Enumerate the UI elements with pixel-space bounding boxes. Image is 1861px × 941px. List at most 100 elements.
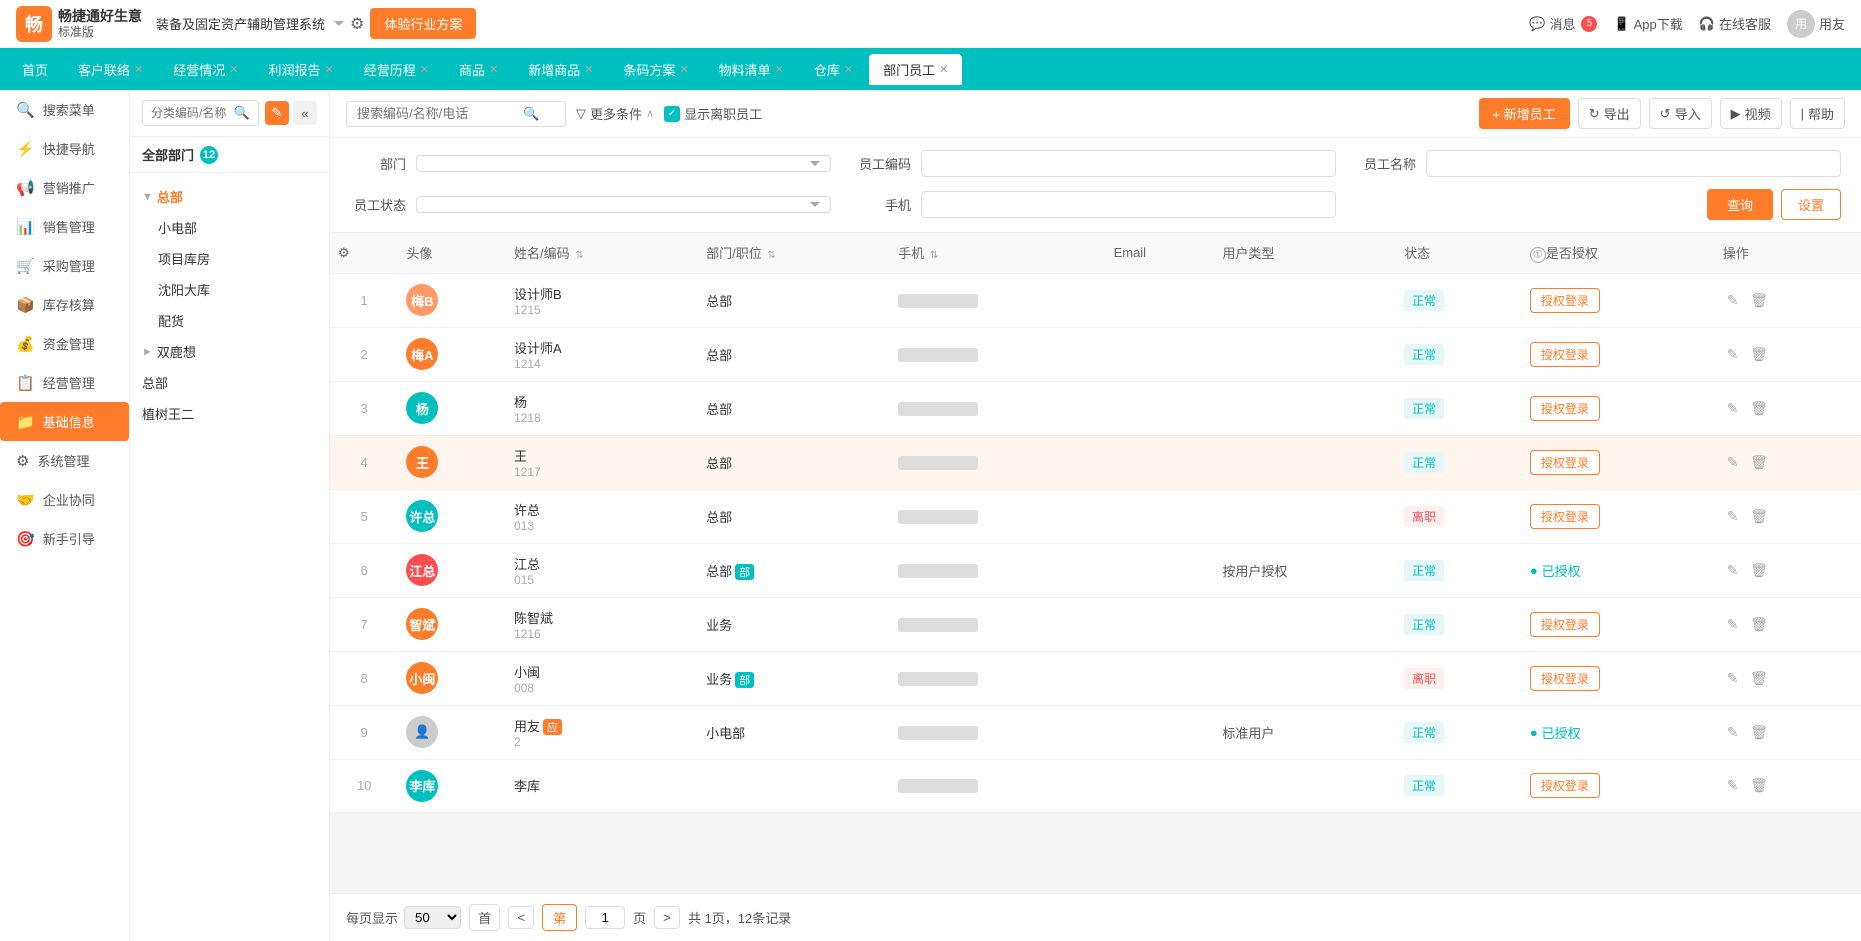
add-employee-btn[interactable]: + 新增员工	[1479, 98, 1570, 129]
tab-customer[interactable]: 客户联络 ✕	[64, 54, 157, 85]
edit-btn[interactable]: ✎	[1723, 722, 1743, 743]
query-btn[interactable]: 查询	[1707, 189, 1773, 220]
dept-node-shenyang[interactable]: 沈阳大库	[130, 274, 329, 305]
tab-barcode[interactable]: 条码方案 ✕	[609, 54, 702, 85]
page-input[interactable]	[585, 906, 625, 929]
app-download-action[interactable]: 📱 App下载	[1613, 14, 1682, 33]
tab-close-operations[interactable]: ✕	[229, 63, 238, 76]
tab-close-goods[interactable]: ✕	[489, 63, 498, 76]
delete-btn[interactable]: 🗑	[1746, 775, 1772, 796]
status-select[interactable]	[416, 196, 831, 213]
dept-search-input[interactable]	[151, 106, 230, 120]
dept-all-item[interactable]: 全部部门 12	[130, 137, 329, 173]
empname-input[interactable]	[1426, 150, 1841, 177]
search-input[interactable]	[357, 106, 517, 121]
auth-btn[interactable]: 授权登录	[1530, 773, 1600, 798]
page-next-btn[interactable]: >	[654, 906, 680, 929]
export-btn[interactable]: ↻ 导出	[1578, 98, 1641, 129]
tab-operations[interactable]: 经营情况 ✕	[159, 54, 252, 85]
edit-btn[interactable]: ✎	[1723, 290, 1743, 311]
view-btn[interactable]: ▶ 视频	[1720, 98, 1782, 129]
dept-node-peihuo[interactable]: 配货	[130, 305, 329, 336]
tab-close-customer[interactable]: ✕	[134, 63, 143, 76]
sidebar-item-basics[interactable]: 📁 基础信息	[0, 402, 129, 441]
empcode-input[interactable]	[921, 150, 1336, 177]
sidebar-item-search[interactable]: 🔍 搜索菜单	[0, 90, 129, 129]
service-action[interactable]: 🎧 在线客服	[1699, 14, 1771, 33]
set-btn[interactable]: 设置	[1781, 189, 1841, 220]
sidebar-item-guide[interactable]: 🎯 新手引导	[0, 519, 129, 558]
tab-close-barcode[interactable]: ✕	[679, 63, 688, 76]
edit-btn[interactable]: ✎	[1723, 506, 1743, 527]
edit-btn[interactable]: ✎	[1723, 775, 1743, 796]
th-dept[interactable]: 部门/职位 ⇅	[698, 233, 890, 273]
tab-close-history[interactable]: ✕	[420, 63, 429, 76]
authorized-info-icon[interactable]: ①	[1530, 247, 1546, 263]
tab-close-warehouse[interactable]: ✕	[844, 63, 853, 76]
dept-edit-btn[interactable]: ✎	[265, 101, 289, 125]
tab-close-addgoods[interactable]: ✕	[584, 63, 593, 76]
auth-btn[interactable]: 授权登录	[1530, 666, 1600, 691]
edit-btn[interactable]: ✎	[1723, 398, 1743, 419]
edit-btn[interactable]: ✎	[1723, 614, 1743, 635]
auth-btn[interactable]: 授权登录	[1530, 396, 1600, 421]
sidebar-item-marketing[interactable]: 📢 营销推广	[0, 168, 129, 207]
tab-warehouse[interactable]: 仓库 ✕	[800, 54, 867, 85]
tab-bom[interactable]: 物料清单 ✕	[705, 54, 798, 85]
sidebar-item-purchase[interactable]: 🛒 采购管理	[0, 246, 129, 285]
dept-node-xiangmu[interactable]: 项目库房	[130, 243, 329, 274]
dept-search-wrap[interactable]: 🔍	[142, 100, 259, 126]
th-phone[interactable]: 手机 ⇅	[890, 233, 1105, 273]
dept-node-zongbu2[interactable]: 总部	[130, 367, 329, 398]
page-first-btn[interactable]: 首	[469, 904, 500, 931]
trial-btn[interactable]: 体验行业方案	[370, 8, 476, 39]
tab-close-profit[interactable]: ✕	[325, 63, 334, 76]
tab-history[interactable]: 经营历程 ✕	[350, 54, 443, 85]
help-btn[interactable]: | 帮助	[1790, 98, 1845, 129]
settings-icon[interactable]: ⚙	[350, 14, 364, 34]
sidebar-item-finance[interactable]: 💰 资金管理	[0, 324, 129, 363]
th-name[interactable]: 姓名/编码 ⇅	[506, 233, 698, 273]
delete-btn[interactable]: 🗑	[1746, 344, 1772, 365]
show-former-toggle[interactable]: ✓ 显示离职员工	[664, 104, 762, 123]
delete-btn[interactable]: 🗑	[1746, 722, 1772, 743]
auth-btn[interactable]: 授权登录	[1530, 288, 1600, 313]
edit-btn[interactable]: ✎	[1723, 668, 1743, 689]
sidebar-item-inventory[interactable]: 📦 库存核算	[0, 285, 129, 324]
sidebar-item-shortcuts[interactable]: ⚡ 快捷导航	[0, 129, 129, 168]
user-action[interactable]: 用 用友	[1787, 10, 1845, 38]
dept-node-zhishu[interactable]: 植树王二	[130, 398, 329, 429]
tab-goods[interactable]: 商品 ✕	[445, 54, 512, 85]
dept-select[interactable]	[416, 155, 831, 172]
import-btn[interactable]: ↺ 导入	[1649, 98, 1712, 129]
filter-btn[interactable]: ▽ 更多条件 ∧	[576, 104, 654, 123]
delete-btn[interactable]: 🗑	[1746, 398, 1772, 419]
sort-name[interactable]: ⇅	[575, 250, 583, 261]
auth-btn[interactable]: 授权登录	[1530, 450, 1600, 475]
edit-btn[interactable]: ✎	[1723, 344, 1743, 365]
per-page-select[interactable]: 50 100	[404, 906, 461, 929]
search-input-wrap[interactable]: 🔍	[346, 101, 566, 127]
edit-btn[interactable]: ✎	[1723, 560, 1743, 581]
delete-btn[interactable]: 🗑	[1746, 614, 1772, 635]
tab-addgoods[interactable]: 新增商品 ✕	[514, 54, 607, 85]
phone-input[interactable]	[921, 191, 1336, 218]
th-setting[interactable]: ⚙	[330, 233, 398, 273]
dept-node-xiaodianbu[interactable]: 小电部	[130, 212, 329, 243]
tab-profit[interactable]: 利润报告 ✕	[254, 54, 347, 85]
sort-phone[interactable]: ⇅	[930, 250, 938, 261]
delete-btn[interactable]: 🗑	[1746, 290, 1772, 311]
delete-btn[interactable]: 🗑	[1746, 560, 1772, 581]
sort-dept[interactable]: ⇅	[767, 250, 775, 261]
auth-btn[interactable]: 授权登录	[1530, 504, 1600, 529]
message-action[interactable]: 💬 消息 5	[1529, 14, 1597, 33]
delete-btn[interactable]: 🗑	[1746, 506, 1772, 527]
tab-close-bom[interactable]: ✕	[775, 63, 784, 76]
auth-btn[interactable]: 授权登录	[1530, 612, 1600, 637]
system-dropdown-arrow[interactable]	[334, 21, 344, 26]
auth-btn[interactable]: 授权登录	[1530, 342, 1600, 367]
sidebar-item-sales[interactable]: 📊 销售管理	[0, 207, 129, 246]
dept-collapse-btn[interactable]: «	[293, 101, 317, 125]
page-prev-btn[interactable]: <	[508, 906, 534, 929]
delete-btn[interactable]: 🗑	[1746, 668, 1772, 689]
